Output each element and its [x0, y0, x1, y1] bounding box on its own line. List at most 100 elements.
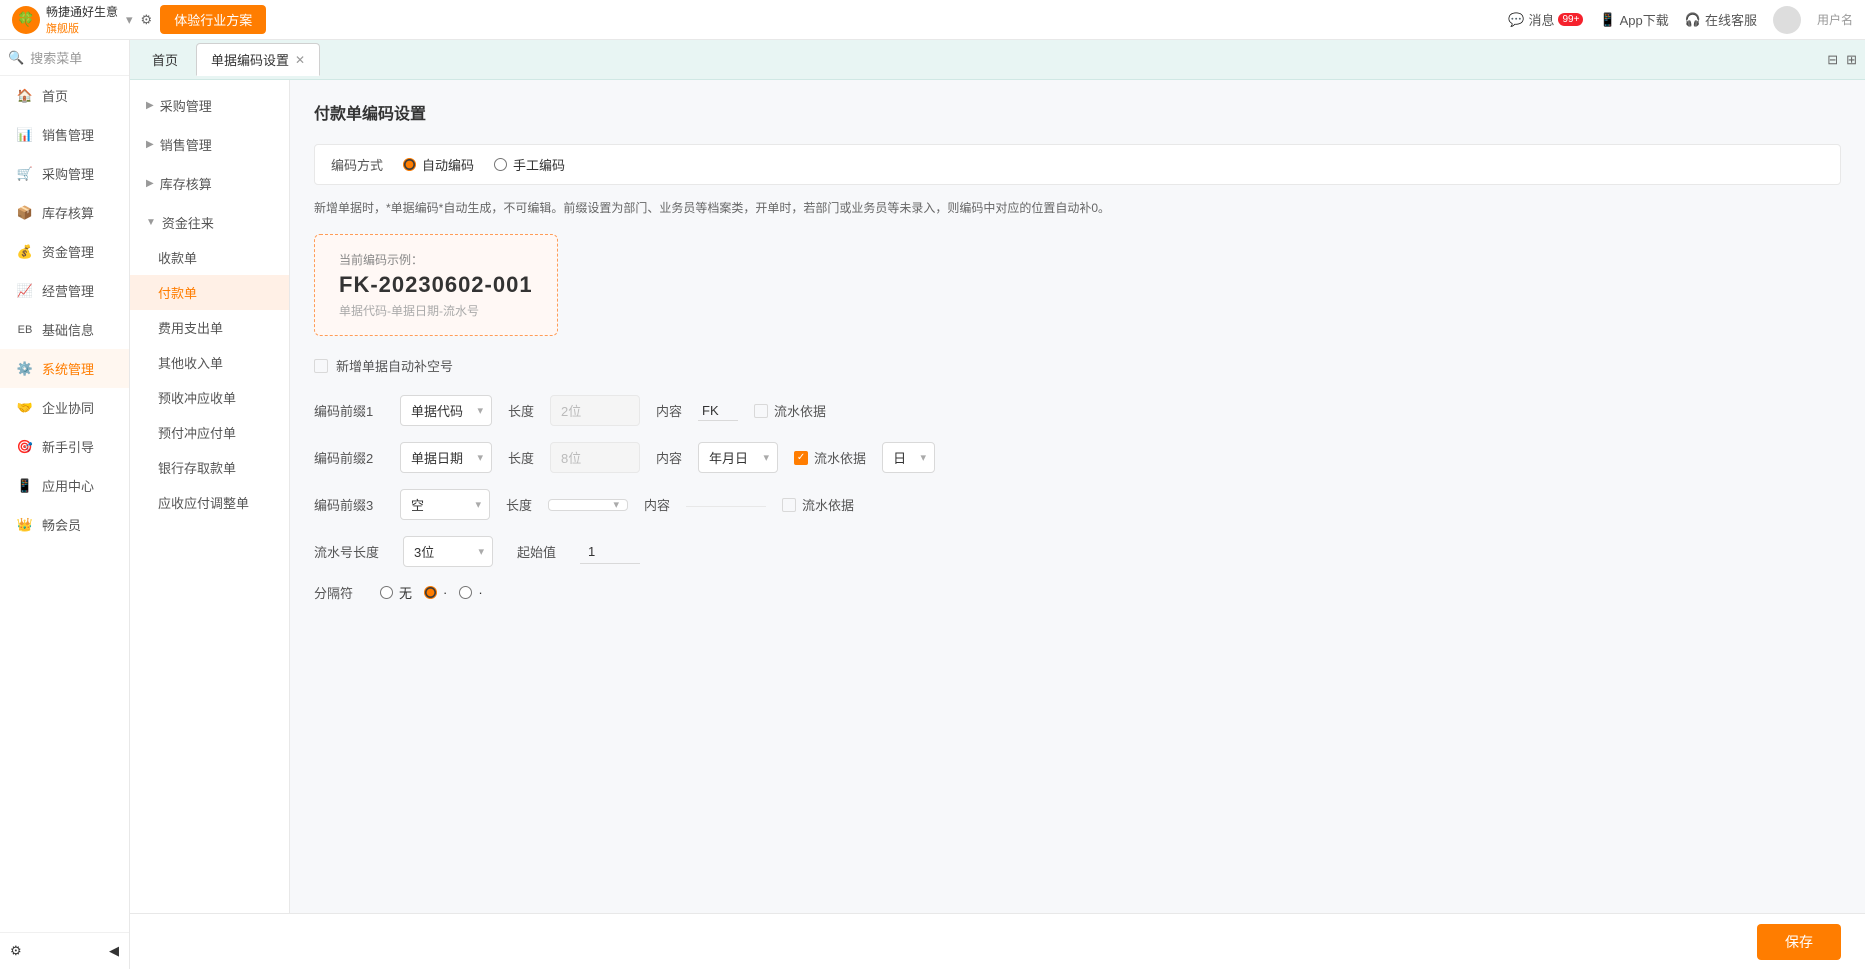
tab-coding-label: 单据编码设置 — [211, 50, 289, 69]
tab-home[interactable]: 首页 — [138, 44, 192, 75]
sub-item-advance-payable[interactable]: 预付冲应付单 — [130, 415, 289, 450]
sidebar-item-newguide[interactable]: 🎯 新手引导 — [0, 427, 129, 466]
content-1-value: FK — [698, 401, 738, 421]
length-3-label: 长度 — [506, 495, 532, 514]
arrow-right-icon3: ▶ — [146, 178, 154, 189]
manual-code-radio[interactable] — [494, 158, 507, 171]
prefix-1-select[interactable]: 单据代码 — [400, 395, 492, 426]
sidebar-item-management[interactable]: 📈 经营管理 — [0, 271, 129, 310]
prefix-row-3: 编码前缀3 空 长度 内容 流水依据 — [314, 489, 1841, 520]
sep-dash-radio[interactable] — [459, 586, 472, 599]
sidebar-item-purchase[interactable]: 🛒 采购管理 — [0, 154, 129, 193]
minimize-icon[interactable]: ⊟ — [1827, 52, 1838, 68]
sub-item-bank-deposit[interactable]: 银行存取款单 — [130, 450, 289, 485]
sub-group-purchase-title[interactable]: ▶ 采购管理 — [130, 88, 289, 123]
sub-item-payment[interactable]: 付款单 — [130, 275, 289, 310]
expand-icon[interactable]: ⊞ — [1846, 52, 1857, 68]
settings-bottom-icon[interactable]: ⚙ — [10, 943, 22, 959]
sub-item-other-income[interactable]: 其他收入单 — [130, 345, 289, 380]
sub-group-sales: ▶ 销售管理 — [130, 127, 289, 162]
length-1-label: 长度 — [508, 401, 534, 420]
logo: 🍀 畅捷通好生意 旗舰版 — [12, 3, 118, 36]
prefix-row-1: 编码前缀1 单据代码 长度 2位 内容 FK 流水依据 — [314, 395, 1841, 426]
length-2-label: 长度 — [508, 448, 534, 467]
stream-checkbox-3[interactable] — [782, 498, 796, 512]
sub-item-advance-receivable[interactable]: 预收冲应收单 — [130, 380, 289, 415]
sidebar-item-apps[interactable]: 📱 应用中心 — [0, 466, 129, 505]
arrow-right-icon2: ▶ — [146, 139, 154, 150]
prefix-row-2: 编码前缀2 单据日期 长度 8位 内容 年月日 ✓ 流水依据 日 — [314, 442, 1841, 473]
sub-group-inventory: ▶ 库存核算 — [130, 166, 289, 201]
topbar: 🍀 畅捷通好生意 旗舰版 ▾ ⚙ 体验行业方案 💬 消息 99+ 📱 App下载… — [0, 0, 1865, 40]
sep-dot-radio[interactable] — [424, 586, 437, 599]
sep-dash-option[interactable]: · — [459, 585, 482, 600]
content-3-label: 内容 — [644, 495, 670, 514]
separator-row: 分隔符 无 · · — [314, 583, 1841, 602]
auto-code-option[interactable]: 自动编码 — [403, 155, 474, 174]
coding-method-row: 编码方式 自动编码 手工编码 — [314, 144, 1841, 185]
sep-none-radio[interactable] — [380, 586, 393, 599]
sep-dot-option[interactable]: · — [424, 585, 447, 600]
prefix-2-select[interactable]: 单据日期 — [400, 442, 492, 473]
length-3-select[interactable] — [548, 499, 628, 511]
collapse-icon[interactable]: ◀ — [109, 943, 119, 959]
tab-coding-settings[interactable]: 单据编码设置 ✕ — [196, 43, 320, 76]
coding-method-label: 编码方式 — [331, 155, 383, 174]
settings-icon[interactable]: ⚙ — [141, 12, 153, 28]
purchase-icon: 🛒 — [16, 165, 34, 183]
manual-code-option[interactable]: 手工编码 — [494, 155, 565, 174]
sidebar-item-inventory[interactable]: 📦 库存核算 — [0, 193, 129, 232]
save-button[interactable]: 保存 — [1757, 924, 1841, 960]
sidebar-item-finance[interactable]: 💰 资金管理 — [0, 232, 129, 271]
search-menu-button[interactable]: 🔍 搜索菜单 — [0, 40, 129, 76]
sub-item-adjustment[interactable]: 应收应付调整单 — [130, 485, 289, 520]
stream-number-select[interactable]: 3位 — [403, 536, 493, 567]
sidebar-item-system[interactable]: ⚙️ 系统管理 — [0, 349, 129, 388]
sub-group-inventory-title[interactable]: ▶ 库存核算 — [130, 166, 289, 201]
stream-label-2: 流水依据 — [814, 448, 866, 467]
stream-check-1: 流水依据 — [754, 401, 826, 420]
search-icon: 🔍 — [8, 50, 24, 66]
online-service-button[interactable]: 🎧 在线客服 — [1685, 10, 1757, 29]
prefix-3-label: 编码前缀3 — [314, 495, 384, 514]
prefix-3-select[interactable]: 空 — [400, 489, 490, 520]
auto-fill-label: 新增单据自动补空号 — [336, 356, 453, 375]
newguide-icon: 🎯 — [16, 438, 34, 456]
stream-checkbox-1[interactable] — [754, 404, 768, 418]
stream-number-row: 流水号长度 3位 起始值 1 — [314, 536, 1841, 567]
app-download-button[interactable]: 📱 App下载 — [1599, 10, 1668, 29]
start-value-label: 起始值 — [517, 542, 556, 561]
content-2-select[interactable]: 年月日 — [698, 442, 778, 473]
sidebar-item-basic[interactable]: EB 基础信息 — [0, 310, 129, 349]
prefix-2-label: 编码前缀2 — [314, 448, 384, 467]
stream-option-2-select[interactable]: 日 — [882, 442, 935, 473]
sidebar-item-enterprise[interactable]: 🤝 企业协同 — [0, 388, 129, 427]
dropdown-arrow-icon[interactable]: ▾ — [126, 12, 133, 28]
message-icon: 💬 — [1508, 12, 1524, 28]
length-1-value: 2位 — [550, 395, 640, 426]
sub-group-sales-title[interactable]: ▶ 销售管理 — [130, 127, 289, 162]
sub-item-expense[interactable]: 费用支出单 — [130, 310, 289, 345]
industry-solution-button[interactable]: 体验行业方案 — [160, 5, 266, 34]
sidebar-nav: 🏠 首页 📊 销售管理 🛒 采购管理 📦 库存核算 💰 资金管理 📈 经 — [0, 76, 129, 932]
sub-group-capital-title[interactable]: ▼ 资金往来 — [130, 205, 289, 240]
auto-fill-checkbox[interactable] — [314, 359, 328, 373]
enterprise-icon: 🤝 — [16, 399, 34, 417]
management-icon: 📈 — [16, 282, 34, 300]
sub-area: ▶ 采购管理 ▶ 销售管理 ▶ 库存核算 — [130, 80, 1865, 913]
user-avatar[interactable] — [1773, 6, 1801, 34]
sidebar-item-home[interactable]: 🏠 首页 — [0, 76, 129, 115]
auto-code-radio[interactable] — [403, 158, 416, 171]
message-button[interactable]: 💬 消息 99+ — [1508, 10, 1583, 29]
code-preview-box: 当前编码示例： FK-20230602-001 单据代码-单据日期-流水号 — [314, 234, 558, 336]
sidebar-item-sales[interactable]: 📊 销售管理 — [0, 115, 129, 154]
stream-checkbox-2[interactable]: ✓ — [794, 451, 808, 465]
tab-close-icon[interactable]: ✕ — [295, 53, 305, 67]
sep-none-option[interactable]: 无 — [380, 583, 412, 602]
sub-item-receipt[interactable]: 收款单 — [130, 240, 289, 275]
sidebar-item-member[interactable]: 👑 畅会员 — [0, 505, 129, 544]
member-icon: 👑 — [16, 516, 34, 534]
start-value-input[interactable]: 1 — [580, 540, 640, 564]
sub-sidebar: ▶ 采购管理 ▶ 销售管理 ▶ 库存核算 — [130, 80, 290, 913]
auto-fill-row: 新增单据自动补空号 — [314, 356, 1841, 375]
